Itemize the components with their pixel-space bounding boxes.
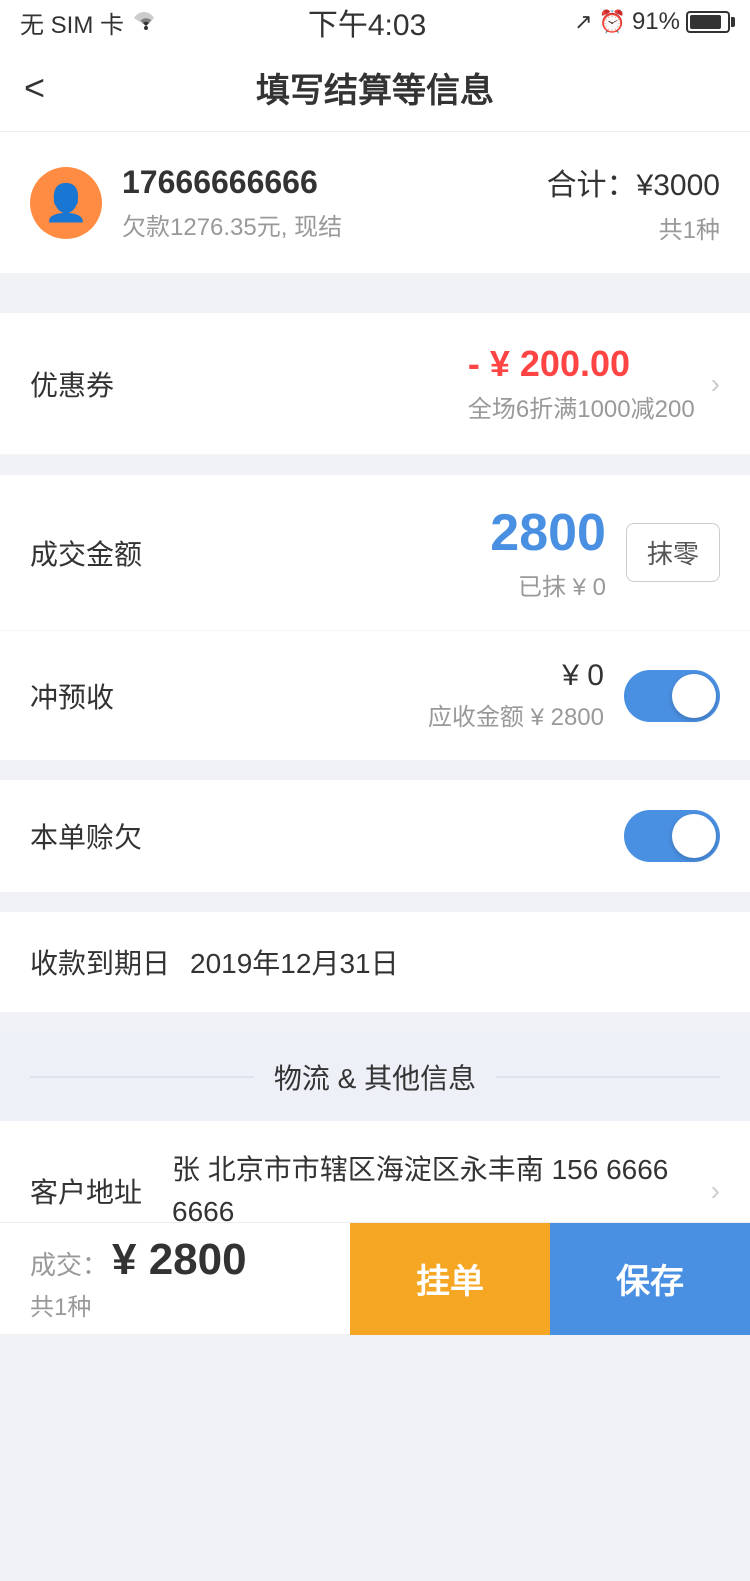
logistics-title: 物流 & 其他信息 (254, 1057, 496, 1097)
logistics-section: 物流 & 其他信息 (0, 1033, 750, 1121)
section-divider-3 (0, 760, 750, 780)
prepay-center: ¥ 0 应收金额 ¥ 2800 (114, 659, 604, 732)
customer-debt: 欠款1276.35元, 现结 (122, 207, 342, 242)
customer-total: 合计：¥3000 共1种 (547, 160, 720, 245)
credit-label: 本单赊欠 (30, 816, 142, 856)
deal-amount-right: 2800 已抹 ¥ 0 抹零 (490, 503, 720, 602)
due-date-label: 收款到期日 (30, 942, 170, 982)
customer-phone: 17666666666 (122, 164, 342, 201)
avatar: 👤 (30, 167, 102, 239)
prepay-label: 冲预收 (30, 676, 114, 716)
prepay-toggle[interactable] (624, 670, 720, 722)
credit-toggle[interactable] (624, 810, 720, 862)
section-divider-2 (0, 455, 750, 475)
status-left: 无 SIM 卡 (20, 5, 160, 40)
back-button[interactable]: < (24, 67, 45, 109)
chevron-right-icon: › (711, 368, 720, 400)
coupon-desc: 全场6折满1000减200 (468, 389, 695, 424)
bottom-deal-label: 成交： (30, 1245, 108, 1282)
save-button[interactable]: 保存 (550, 1223, 750, 1335)
address-chevron-icon: › (711, 1175, 720, 1207)
prepay-desc: 应收金额 ¥ 2800 (114, 697, 604, 732)
wifi-icon (132, 8, 160, 37)
bottom-deal-row: 成交： ¥ 2800 (30, 1235, 320, 1285)
toggle-knob (672, 674, 716, 718)
total-amount: 合计：¥3000 (547, 160, 720, 204)
due-date-row: 收款到期日 2019年12月31日 (0, 912, 750, 1013)
deal-amount-value: 2800 (490, 503, 606, 563)
status-bar: 无 SIM 卡 下午4:03 ↗ ⏰ 91% (0, 0, 750, 44)
coupon-right: - ¥ 200.00 全场6折满1000减200 › (468, 343, 720, 424)
gps-icon: ↗ (574, 9, 592, 35)
status-right: ↗ ⏰ 91% (574, 8, 730, 36)
status-time: 下午4:03 (308, 0, 426, 44)
address-label: 客户地址 (30, 1171, 142, 1211)
prepay-row: 冲预收 ¥ 0 应收金额 ¥ 2800 (0, 631, 750, 760)
customer-card: 👤 17666666666 欠款1276.35元, 现结 合计：¥3000 共1… (0, 132, 750, 273)
credit-row: 本单赊欠 (0, 780, 750, 892)
credit-toggle-knob (672, 814, 716, 858)
customer-info: 17666666666 欠款1276.35元, 现结 (122, 164, 342, 242)
alarm-icon: ⏰ (599, 9, 626, 35)
bottom-deal-amount: ¥ 2800 (112, 1235, 247, 1285)
coupon-amount: - ¥ 200.00 (468, 343, 695, 385)
deal-amount-row: 成交金额 2800 已抹 ¥ 0 抹零 (0, 475, 750, 631)
bottom-summary: 成交： ¥ 2800 共1种 (0, 1235, 350, 1322)
bottom-bar: 成交： ¥ 2800 共1种 挂单 保存 (0, 1222, 750, 1334)
coupon-row[interactable]: 优惠券 - ¥ 200.00 全场6折满1000减200 › (0, 313, 750, 455)
nav-title: 填写结算等信息 (256, 63, 494, 112)
nav-bar: < 填写结算等信息 (0, 44, 750, 132)
bottom-deal-count: 共1种 (30, 1287, 320, 1322)
section-divider-1 (0, 293, 750, 313)
deal-amount-label: 成交金额 (30, 533, 142, 573)
total-count: 共1种 (547, 210, 720, 245)
carrier-text: 无 SIM 卡 (20, 5, 124, 40)
hang-button[interactable]: 挂单 (350, 1223, 550, 1335)
prepay-amount: ¥ 0 (114, 659, 604, 693)
due-date-value: 2019年12月31日 (190, 942, 399, 982)
content: 👤 17666666666 欠款1276.35元, 现结 合计：¥3000 共1… (0, 132, 750, 1581)
round-button[interactable]: 抹零 (626, 523, 720, 582)
battery-icon (686, 11, 730, 33)
coupon-label: 优惠券 (30, 364, 114, 404)
customer-left: 👤 17666666666 欠款1276.35元, 现结 (30, 164, 342, 242)
avatar-icon: 👤 (44, 182, 89, 224)
address-value: 张 北京市市辖区海淀区永丰南 156 6666 6666 (172, 1149, 711, 1233)
deal-amount-sub: 已抹 ¥ 0 (490, 567, 606, 602)
battery-percent: 91% (632, 8, 680, 36)
